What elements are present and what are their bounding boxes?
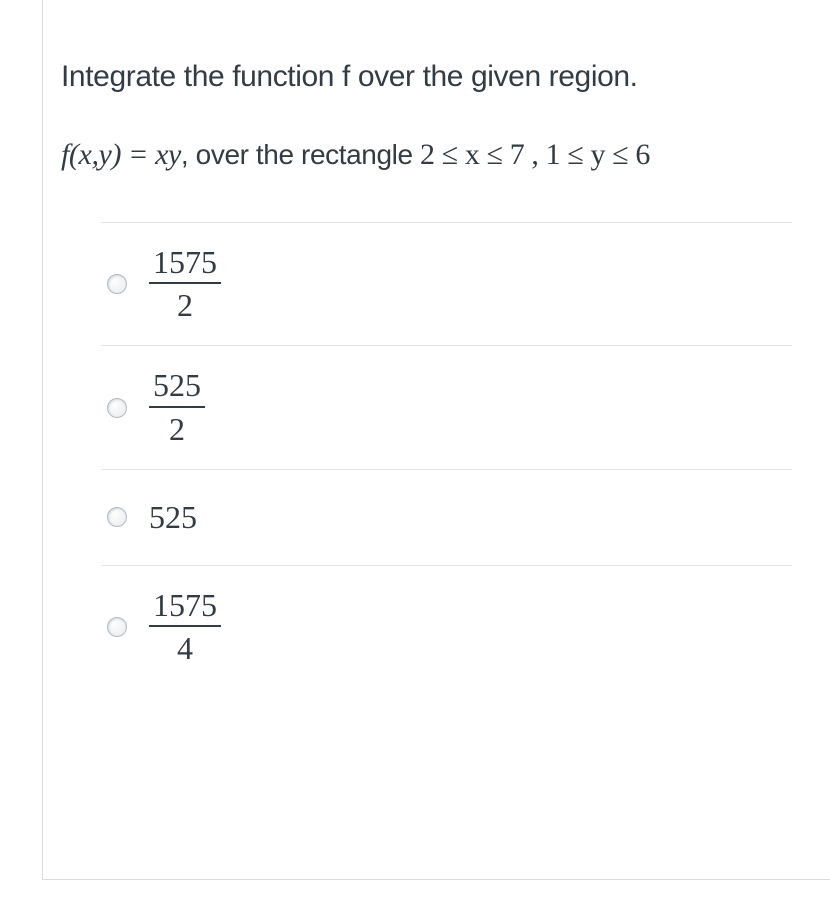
- fraction-denominator: 2: [177, 284, 193, 323]
- radio-icon[interactable]: [107, 398, 127, 418]
- fraction-numerator: 1575: [149, 245, 221, 284]
- answer-option-4[interactable]: 1575 4: [101, 565, 792, 696]
- region-bounds: 2 ≤ x ≤ 7 , 1 ≤ y ≤ 6: [420, 138, 650, 171]
- fraction-numerator: 1575: [149, 588, 221, 627]
- answer-option-1[interactable]: 1575 2: [101, 222, 792, 345]
- option-value: 525: [149, 499, 197, 536]
- radio-icon[interactable]: [107, 507, 127, 527]
- option-value: 525 2: [149, 368, 205, 446]
- question-card: Integrate the function f over the given …: [42, 0, 830, 880]
- fraction-numerator: 525: [149, 368, 205, 407]
- option-value: 1575 4: [149, 588, 221, 666]
- answer-option-3[interactable]: 525: [101, 469, 792, 565]
- option-value: 1575 2: [149, 245, 221, 323]
- radio-icon[interactable]: [107, 274, 127, 294]
- answer-option-2[interactable]: 525 2: [101, 345, 792, 468]
- question-detail: f(x,y) = xy, over the rectangle 2 ≤ x ≤ …: [61, 138, 802, 172]
- over-text: , over the rectangle: [181, 139, 420, 170]
- function-expression: f(x,y) = xy: [61, 138, 181, 171]
- question-prompt: Integrate the function f over the given …: [61, 60, 802, 94]
- fraction-denominator: 2: [169, 408, 185, 447]
- fraction-denominator: 4: [177, 627, 193, 666]
- answer-options: 1575 2 525 2 525 1575 4: [101, 222, 792, 696]
- radio-icon[interactable]: [107, 617, 127, 637]
